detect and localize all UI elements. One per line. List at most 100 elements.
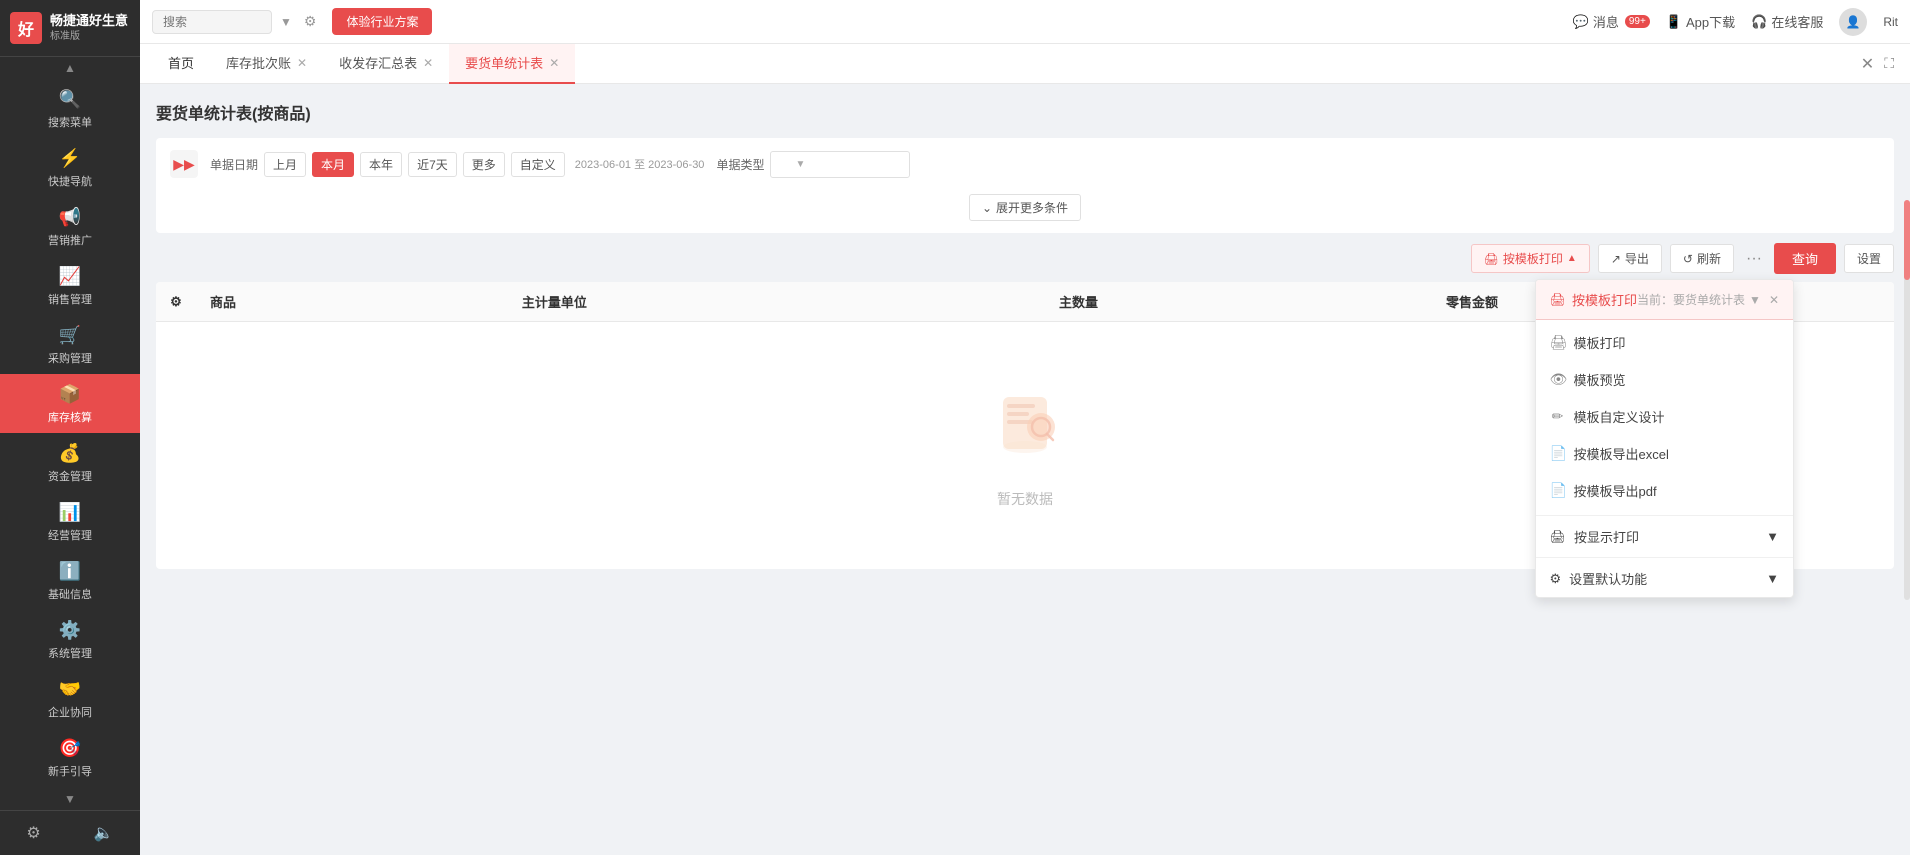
tab-home[interactable]: 首页 (152, 44, 210, 84)
marketing-icon: 📢 (59, 207, 81, 228)
tab-inventory-batch-label: 库存批次账 (226, 53, 291, 72)
print-icon: 🖨 (1484, 252, 1499, 266)
dropdown-title: 按模板打印 (1572, 290, 1637, 309)
sidebar-bottom: ⚙ 🔈 (0, 810, 140, 855)
print-button[interactable]: 🖨 按模板打印 ▲ (1471, 244, 1590, 273)
col-unit: 主计量单位 (508, 282, 1045, 322)
avatar[interactable]: 👤 (1839, 8, 1867, 36)
expand-icon: ⌄ (982, 201, 992, 215)
filter-toggle-button[interactable]: ▶▶ (170, 150, 198, 178)
tab-home-label: 首页 (168, 53, 194, 72)
dropdown-section-items: 🖨 模板打印 👁 模板预览 ✏ 模板自定义设计 📄 按模板导出excel (1536, 320, 1794, 513)
sidebar-scroll-up[interactable]: ▲ (0, 57, 140, 79)
toolbar-more-icon[interactable]: ··· (1742, 250, 1766, 268)
sidebar-item-basic[interactable]: ℹ️ 基础信息 (0, 551, 140, 610)
date-btn-current-month[interactable]: 本月 (312, 152, 354, 177)
query-button[interactable]: 查询 (1774, 243, 1836, 274)
dropdown-item-set-default[interactable]: ⚙ 设置默认功能 ▼ (1536, 560, 1794, 597)
date-btn-custom[interactable]: 自定义 (511, 152, 565, 177)
type-select-value (779, 156, 791, 173)
export-excel-icon: 📄 (1550, 445, 1566, 462)
settings-icon[interactable]: ⚙ (18, 819, 48, 847)
dropdown-current-label: 当前：要货单统计表 (1637, 291, 1745, 308)
sidebar-item-finance[interactable]: 💰 资金管理 (0, 433, 140, 492)
topbar-dropdown-arrow[interactable]: ▼ (280, 15, 292, 29)
sidebar-item-label: 系统管理 (48, 645, 92, 661)
sidebar-scroll-down[interactable]: ▼ (0, 788, 140, 810)
sidebar-item-label: 新手引导 (48, 763, 92, 779)
toolbar: 🖨 按模板打印 ▲ ↗ 导出 ↺ 刷新 ··· 查询 设置 🖨 按模板打印 (156, 243, 1894, 274)
export-excel-label: 按模板导出excel (1574, 444, 1669, 463)
inventory-icon: 📦 (59, 384, 81, 405)
date-btn-current-year[interactable]: 本年 (360, 152, 402, 177)
type-select[interactable]: ▼ (770, 151, 910, 178)
messages-button[interactable]: 💬 消息 99+ (1573, 12, 1650, 31)
sidebar-item-collab[interactable]: 🤝 企业协同 (0, 669, 140, 728)
dropdown-divider-2 (1536, 557, 1794, 558)
col-quantity: 主数量 (1045, 282, 1432, 322)
right-scrollbar[interactable] (1904, 200, 1910, 600)
select-dropdown-arrow: ▼ (795, 159, 805, 170)
refresh-button[interactable]: ↺ 刷新 (1670, 244, 1734, 273)
empty-text: 暂无数据 (997, 489, 1053, 509)
app-download-label: App下载 (1686, 12, 1735, 31)
topbar-gear-icon[interactable]: ⚙ (304, 13, 317, 30)
sidebar-item-purchase[interactable]: 🛒 采购管理 (0, 315, 140, 374)
date-btn-last-7-days[interactable]: 近7天 (408, 152, 457, 177)
sidebar-item-label: 销售管理 (48, 291, 92, 307)
sidebar-item-system[interactable]: ⚙️ 系统管理 (0, 610, 140, 669)
online-service-button[interactable]: 🎧 在线客服 (1751, 12, 1823, 31)
dropdown-item-display-print[interactable]: 🖨 按显示打印 ▼ (1536, 518, 1794, 555)
tab-order-stats[interactable]: 要货单统计表 ✕ (449, 44, 575, 84)
settings-button[interactable]: 设置 (1844, 244, 1894, 273)
tab-order-stats-label: 要货单统计表 (465, 53, 543, 72)
date-btn-more[interactable]: 更多 (463, 152, 505, 177)
date-filter-label: 单据日期 (210, 156, 258, 173)
sidebar-item-appcenter[interactable]: 📱 应用中心 (0, 787, 140, 788)
dropdown-item-export-excel[interactable]: 📄 按模板导出excel (1536, 435, 1794, 472)
display-print-chevron: ▼ (1766, 529, 1779, 544)
trial-button[interactable]: 体验行业方案 (332, 8, 432, 35)
tab-inventory-batch-close[interactable]: ✕ (297, 56, 307, 70)
edition-label: 标准版 (50, 30, 128, 43)
volume-icon[interactable]: 🔈 (86, 819, 122, 847)
tabbar-expand-icon[interactable]: ⛶ (1880, 55, 1898, 72)
sidebar-item-operations[interactable]: 📊 经营管理 (0, 492, 140, 551)
date-filter-group: 单据日期 上月 本月 本年 近7天 更多 自定义 2023-06-01 至 20… (210, 152, 704, 177)
app-download-button[interactable]: 📱 App下载 (1666, 12, 1735, 31)
sidebar-item-newbie[interactable]: 🎯 新手引导 (0, 728, 140, 787)
type-filter-group: 单据类型 ▼ (716, 151, 910, 178)
sidebar-item-marketing[interactable]: 📢 营销推广 (0, 197, 140, 256)
template-custom-label: 模板自定义设计 (1574, 407, 1665, 426)
dropdown-divider-1 (1536, 515, 1794, 516)
expand-more-button[interactable]: ⌄ 展开更多条件 (969, 194, 1081, 221)
date-btn-last-month[interactable]: 上月 (264, 152, 306, 177)
display-print-label: 按显示打印 (1574, 527, 1639, 546)
dropdown-close-icon[interactable]: ✕ (1769, 293, 1779, 307)
sidebar-item-quicknav[interactable]: ⚡ 快捷导航 (0, 138, 140, 197)
tab-order-stats-close[interactable]: ✕ (549, 56, 559, 70)
sidebar-item-inventory[interactable]: 📦 库存核算 (0, 374, 140, 433)
dropdown-item-template-print[interactable]: 🖨 模板打印 (1536, 324, 1794, 361)
search-input[interactable] (152, 10, 272, 34)
tab-inventory-batch[interactable]: 库存批次账 ✕ (210, 44, 323, 84)
tab-collection-summary[interactable]: 收发存汇总表 ✕ (323, 44, 449, 84)
refresh-label: 刷新 (1697, 250, 1721, 267)
page-title: 要货单统计表(按商品) (156, 100, 1894, 124)
dropdown-item-export-pdf[interactable]: 📄 按模板导出pdf (1536, 472, 1794, 509)
avatar-icon: 👤 (1846, 15, 1861, 29)
sidebar-item-sales[interactable]: 📈 销售管理 (0, 256, 140, 315)
search-icon: 🔍 (59, 89, 81, 110)
dropdown-item-template-preview[interactable]: 👁 模板预览 (1536, 361, 1794, 398)
dropdown-item-template-custom[interactable]: ✏ 模板自定义设计 (1536, 398, 1794, 435)
topbar: ▼ ⚙ 体验行业方案 💬 消息 99+ 📱 App下载 🎧 在线客服 👤 Rit (140, 0, 1910, 44)
expand-more-label: 展开更多条件 (996, 199, 1068, 216)
tab-collection-summary-close[interactable]: ✕ (423, 56, 433, 70)
export-button[interactable]: ↗ 导出 (1598, 244, 1662, 273)
template-preview-icon: 👁 (1550, 371, 1566, 388)
export-pdf-icon: 📄 (1550, 482, 1566, 499)
tabbar-close-icon[interactable]: ✕ (1855, 54, 1880, 74)
sidebar-item-search[interactable]: 🔍 搜索菜单 (0, 79, 140, 138)
tab-collection-summary-label: 收发存汇总表 (339, 53, 417, 72)
set-default-icon: ⚙ (1550, 571, 1562, 587)
